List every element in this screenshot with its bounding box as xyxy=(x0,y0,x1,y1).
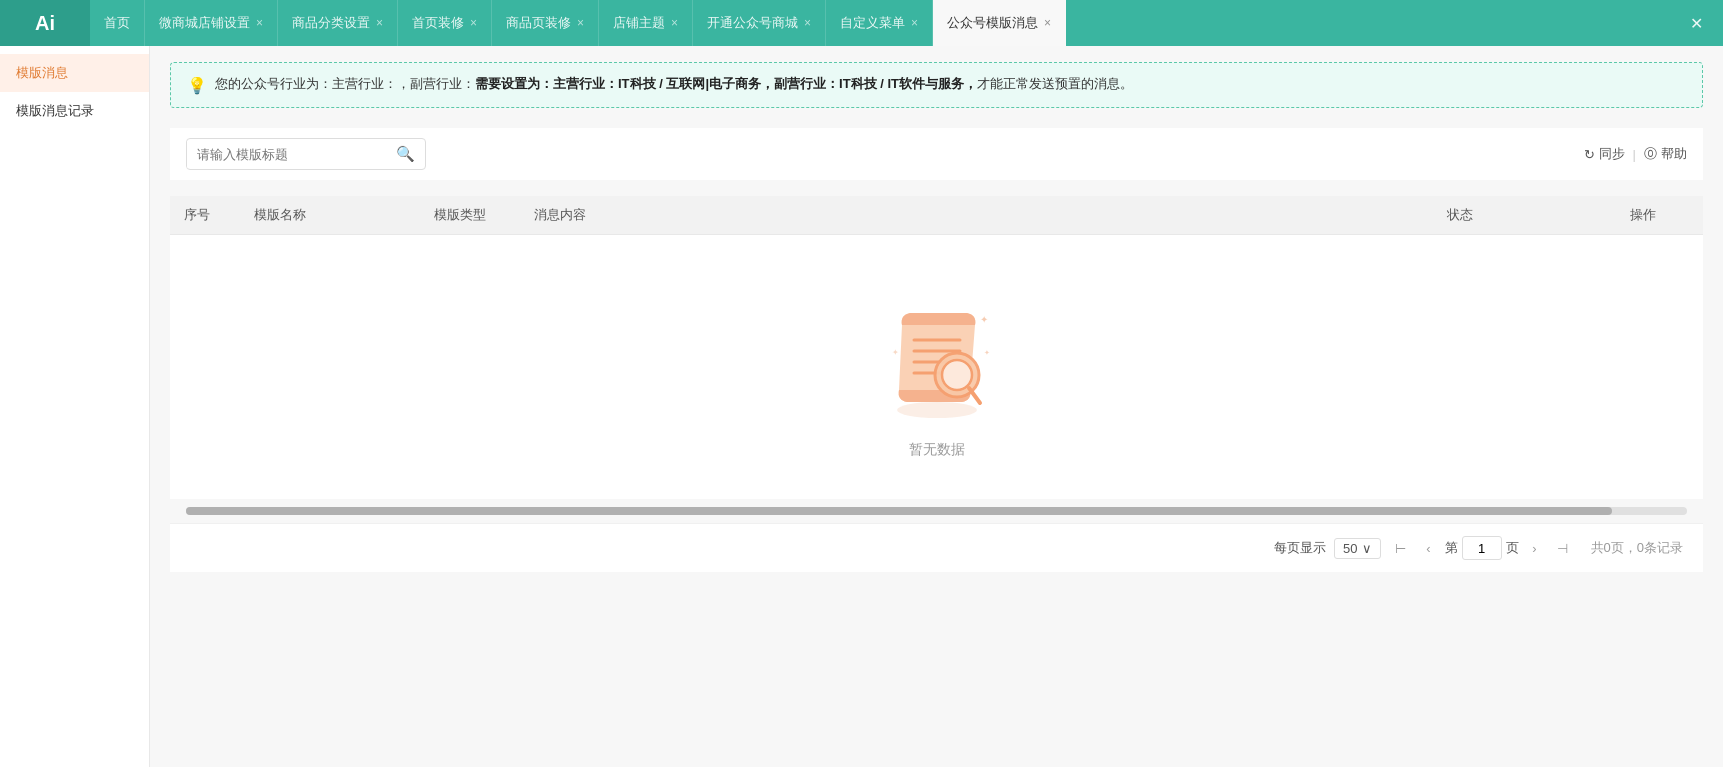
last-page-button[interactable]: ⊣ xyxy=(1551,536,1575,560)
next-page-button[interactable]: › xyxy=(1523,536,1547,560)
help-button[interactable]: ⓪ 帮助 xyxy=(1644,145,1687,163)
nav-tab-5[interactable]: 店铺主题× xyxy=(599,0,693,46)
page-input[interactable] xyxy=(1462,536,1502,560)
table-header-2: 模版类型 xyxy=(420,196,520,235)
table-header-1: 模版名称 xyxy=(240,196,420,235)
search-input[interactable] xyxy=(187,141,386,168)
nav-tabs: 首页微商城店铺设置×商品分类设置×首页装修×商品页装修×店铺主题×开通公众号商城… xyxy=(90,0,1680,46)
nav-tab-4[interactable]: 商品页装修× xyxy=(492,0,599,46)
nav-tab-close-5[interactable]: × xyxy=(671,16,678,30)
svg-text:✦: ✦ xyxy=(984,349,990,356)
nav-tab-close-6[interactable]: × xyxy=(804,16,811,30)
empty-text: 暂无数据 xyxy=(909,441,965,459)
page-unit: 页 xyxy=(1506,539,1519,557)
top-nav: Ai 首页微商城店铺设置×商品分类设置×首页装修×商品页装修×店铺主题×开通公众… xyxy=(0,0,1723,46)
empty-illustration: ✦ ✦ ✦ xyxy=(872,295,1002,425)
svg-point-0 xyxy=(897,402,977,418)
data-table: 序号模版名称模版类型消息内容状态操作 xyxy=(170,196,1703,499)
prev-page-button[interactable]: ‹ xyxy=(1417,536,1441,560)
divider: | xyxy=(1633,147,1636,162)
page-size-label: 每页显示 xyxy=(1274,539,1326,557)
sync-icon: ↻ xyxy=(1584,147,1595,162)
search-input-wrap[interactable]: 🔍 xyxy=(186,138,426,170)
nav-tab-close-7[interactable]: × xyxy=(911,16,918,30)
help-icon: ⓪ xyxy=(1644,145,1657,163)
nav-tab-close-8[interactable]: × xyxy=(1044,16,1051,30)
empty-state: ✦ ✦ ✦ 暂无数据 xyxy=(170,235,1703,499)
nav-tab-close-4[interactable]: × xyxy=(577,16,584,30)
sidebar-item-1[interactable]: 模版消息记录 xyxy=(0,92,149,130)
nav-tab-2[interactable]: 商品分类设置× xyxy=(278,0,398,46)
svg-text:✦: ✦ xyxy=(892,348,899,357)
nav-tab-6[interactable]: 开通公众号商城× xyxy=(693,0,826,46)
scroll-thumb[interactable] xyxy=(186,507,1612,515)
nav-tab-3[interactable]: 首页装修× xyxy=(398,0,492,46)
table-header-5: 操作 xyxy=(1583,196,1703,235)
right-actions: ↻ 同步 | ⓪ 帮助 xyxy=(1584,145,1687,163)
svg-text:✦: ✦ xyxy=(980,314,988,325)
nav-tab-1[interactable]: 微商城店铺设置× xyxy=(145,0,278,46)
table-header-3: 消息内容 xyxy=(520,196,1433,235)
nav-tab-8[interactable]: 公众号模版消息× xyxy=(933,0,1066,46)
first-page-button[interactable]: ⊢ xyxy=(1389,536,1413,560)
page-label: 第 xyxy=(1445,539,1458,557)
page-size-value: 50 xyxy=(1343,541,1357,556)
sidebar: 模版消息模版消息记录 xyxy=(0,46,150,767)
brand-logo: Ai xyxy=(0,0,90,46)
notice-icon: 💡 xyxy=(187,76,207,95)
table-header-0: 序号 xyxy=(170,196,240,235)
table-header-row: 序号模版名称模版类型消息内容状态操作 xyxy=(170,196,1703,235)
total-text: 共0页，0条记录 xyxy=(1591,539,1683,557)
sync-button[interactable]: ↻ 同步 xyxy=(1584,145,1625,163)
table-header-4: 状态 xyxy=(1433,196,1583,235)
notice-banner: 💡 您的公众号行业为：主营行业：，副营行业：需要设置为：主营行业：IT科技 / … xyxy=(170,62,1703,108)
nav-tab-7[interactable]: 自定义菜单× xyxy=(826,0,933,46)
main-layout: 模版消息模版消息记录 💡 您的公众号行业为：主营行业：，副营行业：需要设置为：主… xyxy=(0,46,1723,767)
empty-state-row: ✦ ✦ ✦ 暂无数据 xyxy=(170,235,1703,500)
nav-tab-0[interactable]: 首页 xyxy=(90,0,145,46)
sidebar-item-0[interactable]: 模版消息 xyxy=(0,54,149,92)
nav-tab-close-2[interactable]: × xyxy=(376,16,383,30)
page-size-dropdown-icon: ∨ xyxy=(1362,541,1372,556)
content-area: 💡 您的公众号行业为：主营行业：，副营行业：需要设置为：主营行业：IT科技 / … xyxy=(150,46,1723,767)
close-all-button[interactable]: ✕ xyxy=(1680,14,1713,33)
table-wrap: 序号模版名称模版类型消息内容状态操作 xyxy=(170,196,1703,499)
horizontal-scrollbar[interactable] xyxy=(186,507,1687,515)
notice-text: 您的公众号行业为：主营行业：，副营行业：需要设置为：主营行业：IT科技 / 互联… xyxy=(215,75,1133,93)
nav-tab-close-3[interactable]: × xyxy=(470,16,477,30)
pagination-nav: ⊢ ‹ 第 页 › ⊣ xyxy=(1389,536,1575,560)
search-button[interactable]: 🔍 xyxy=(386,139,425,169)
search-bar: 🔍 ↻ 同步 | ⓪ 帮助 xyxy=(170,128,1703,180)
page-size-select[interactable]: 50 ∨ xyxy=(1334,538,1380,559)
pagination: 每页显示 50 ∨ ⊢ ‹ 第 页 › ⊣ 共0页，0条记录 xyxy=(170,523,1703,572)
nav-tab-close-1[interactable]: × xyxy=(256,16,263,30)
